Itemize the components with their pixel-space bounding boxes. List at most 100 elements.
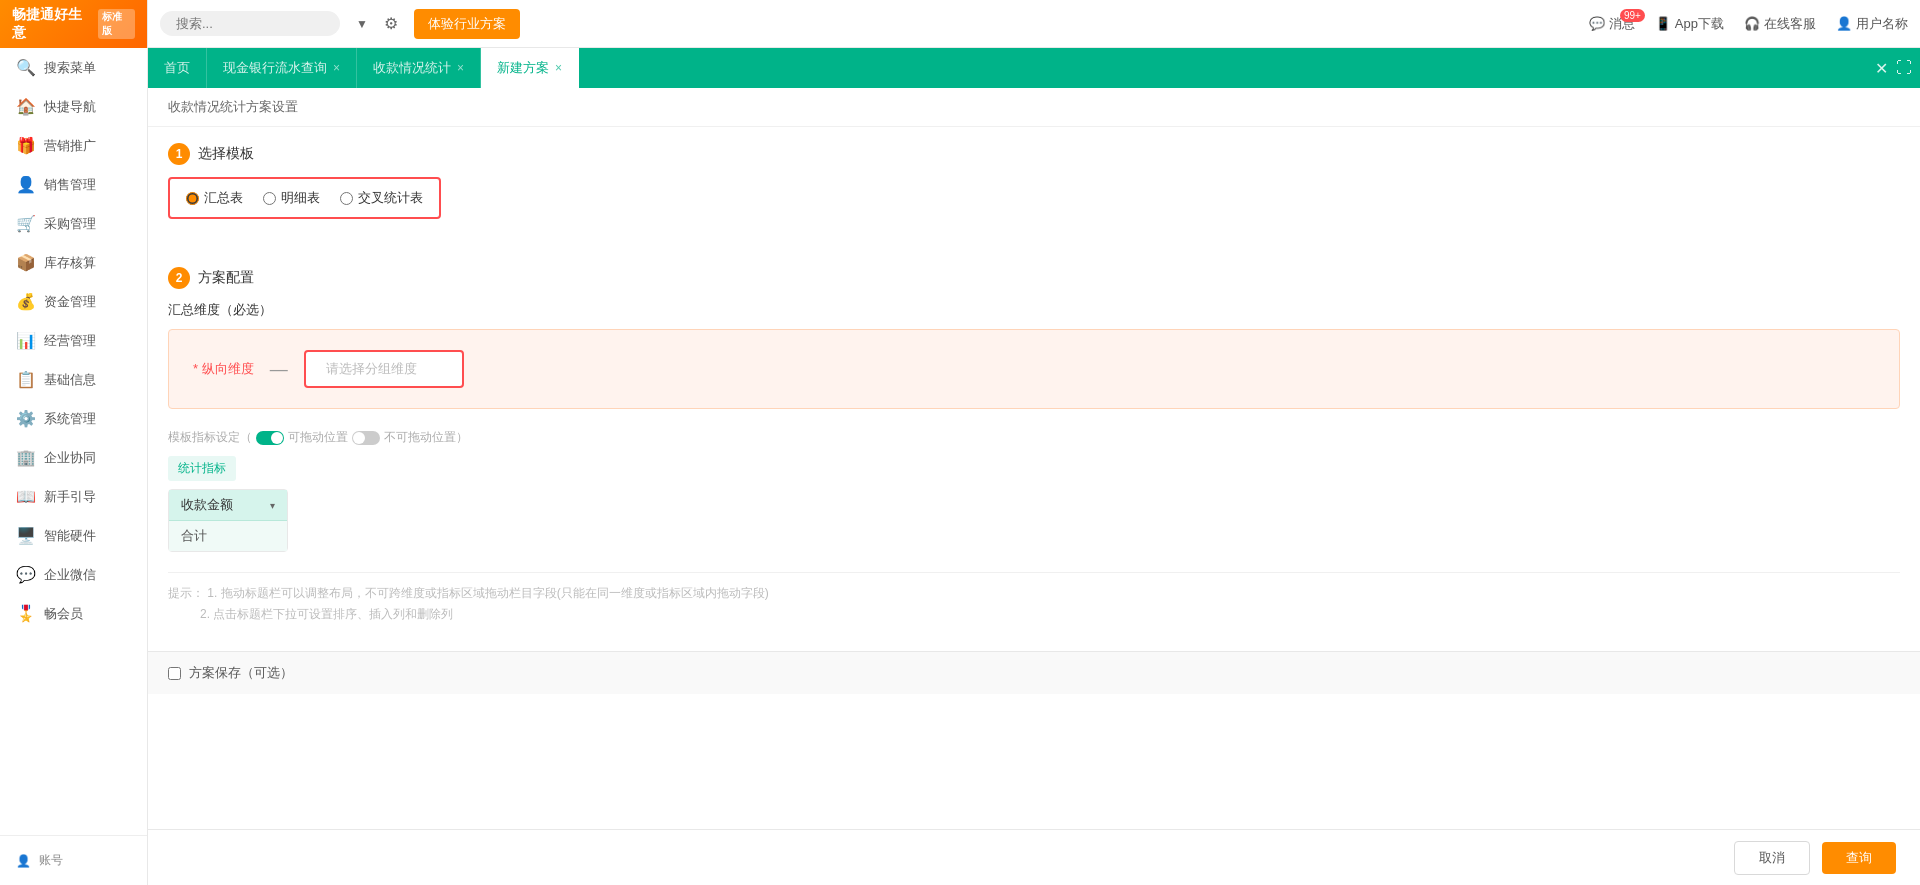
sidebar-icon-member: 🎖️	[16, 604, 36, 623]
search-input[interactable]	[160, 11, 340, 36]
sidebar-item-operation[interactable]: 📊 经营管理	[0, 321, 147, 360]
tab-close-2[interactable]: ×	[457, 61, 464, 75]
sidebar-label-enterprise: 企业协同	[44, 449, 96, 467]
topbar: ▼ ⚙ 体验行业方案 💬 消息 99+ 📱 App下载 🎧 在线客服 👤 用户名…	[148, 0, 1920, 48]
query-button[interactable]: 查询	[1822, 842, 1896, 874]
topbar-dropdown[interactable]: ▼	[356, 17, 368, 31]
tab-label-1: 现金银行流水查询	[223, 59, 327, 77]
sidebar-label-wechat: 企业微信	[44, 566, 96, 584]
sidebar-item-finance[interactable]: 💰 资金管理	[0, 282, 147, 321]
notification-count: 99+	[1620, 9, 1645, 22]
sidebar-icon-basic-info: 📋	[16, 370, 36, 389]
radio-detail-label: 明细表	[281, 189, 320, 207]
tip1: 1. 拖动标题栏可以调整布局，不可跨维度或指标区域拖动栏目字段(只能在同一维度或…	[207, 586, 768, 600]
save-label: 方案保存（可选）	[189, 664, 293, 682]
settings-icon[interactable]: ⚙	[384, 14, 398, 33]
metrics-section-label: 统计指标	[168, 456, 236, 481]
sidebar-icon-search-menu: 🔍	[16, 58, 36, 77]
cancel-button[interactable]: 取消	[1734, 841, 1810, 875]
tip2: 2. 点击标题栏下拉可设置排序、插入列和删除列	[200, 607, 453, 621]
dimension-select[interactable]: 请选择分组维度	[304, 350, 464, 388]
notification-btn[interactable]: 💬 消息 99+	[1589, 15, 1635, 33]
metrics-dropdown-arrow[interactable]: ▾	[270, 500, 275, 511]
message-icon: 💬	[1589, 16, 1605, 31]
step1-num: 1	[168, 143, 190, 165]
sidebar-item-smart-hw[interactable]: 🖥️ 智能硬件	[0, 516, 147, 555]
tab-close-1[interactable]: ×	[333, 61, 340, 75]
sidebar-label-guide: 新手引导	[44, 488, 96, 506]
step2-num: 2	[168, 267, 190, 289]
sidebar-label-search-menu: 搜索菜单	[44, 59, 96, 77]
sidebar-icon-system: ⚙️	[16, 409, 36, 428]
breadcrumb: 收款情况统计方案设置	[148, 88, 1920, 127]
tab-label-3: 新建方案	[497, 59, 549, 77]
sidebar-label-system: 系统管理	[44, 410, 96, 428]
non-draggable-label: 不可拖动位置）	[384, 429, 468, 446]
draggable-toggle-on[interactable]	[256, 431, 284, 445]
step1-title: 选择模板	[198, 145, 254, 163]
sidebar-icon-sales: 👤	[16, 175, 36, 194]
sidebar-icon-finance: 💰	[16, 292, 36, 311]
sidebar-icon-wechat: 💬	[16, 565, 36, 584]
save-section: 方案保存（可选）	[148, 651, 1920, 694]
tab-3[interactable]: 新建方案 ×	[481, 48, 579, 88]
sidebar-item-basic-info[interactable]: 📋 基础信息	[0, 360, 147, 399]
sidebar-item-system[interactable]: ⚙️ 系统管理	[0, 399, 147, 438]
sidebar-label-operation: 经营管理	[44, 332, 96, 350]
draggable-toggle-off[interactable]	[352, 431, 380, 445]
dimension-group-title: 汇总维度（必选）	[168, 301, 1900, 319]
save-checkbox[interactable]	[168, 667, 181, 680]
tab-close-3[interactable]: ×	[555, 61, 562, 75]
support-btn[interactable]: 🎧 在线客服	[1744, 15, 1816, 33]
sidebar-label-marketing: 营销推广	[44, 137, 96, 155]
user-avatar: 👤	[1836, 16, 1852, 31]
sidebar-bottom-item[interactable]: 👤账号	[0, 844, 147, 877]
maximize-icon[interactable]: ⛶	[1896, 59, 1912, 77]
draggable-label: 可拖动位置	[288, 429, 348, 446]
sidebar-icon-purchase: 🛒	[16, 214, 36, 233]
sidebar-item-inventory[interactable]: 📦 库存核算	[0, 243, 147, 282]
radio-summary[interactable]: 汇总表	[186, 189, 243, 207]
dimension-arrow-icon: —	[270, 359, 288, 380]
sidebar-item-marketing[interactable]: 🎁 营销推广	[0, 126, 147, 165]
download-icon: 📱	[1655, 16, 1671, 31]
sidebar-icon-marketing: 🎁	[16, 136, 36, 155]
row-dimension-label: 纵向维度	[193, 360, 254, 378]
user-menu[interactable]: 👤 用户名称	[1836, 15, 1908, 33]
sidebar-icon-guide: 📖	[16, 487, 36, 506]
tab-2[interactable]: 收款情况统计 ×	[357, 48, 481, 88]
sidebar-item-member[interactable]: 🎖️ 畅会员	[0, 594, 147, 633]
sidebar-icon-enterprise: 🏢	[16, 448, 36, 467]
tabbar: 首页 现金银行流水查询 × 收款情况统计 × 新建方案 × ✕ ⛶	[148, 48, 1920, 88]
tab-1[interactable]: 现金银行流水查询 ×	[207, 48, 357, 88]
sidebar-item-purchase[interactable]: 🛒 采购管理	[0, 204, 147, 243]
draggable-hint: 模板指标设定（ 可拖动位置 不可拖动位置）	[168, 429, 1900, 446]
radio-cross[interactable]: 交叉统计表	[340, 189, 423, 207]
support-icon: 🎧	[1744, 16, 1760, 31]
sidebar-item-guide[interactable]: 📖 新手引导	[0, 477, 147, 516]
download-btn[interactable]: 📱 App下载	[1655, 15, 1724, 33]
step1-label: 1 选择模板	[168, 143, 1900, 165]
sidebar-item-sales[interactable]: 👤 销售管理	[0, 165, 147, 204]
sidebar-label-finance: 资金管理	[44, 293, 96, 311]
tab-label-2: 收款情况统计	[373, 59, 451, 77]
sidebar-item-wechat[interactable]: 💬 企业微信	[0, 555, 147, 594]
sidebar-item-enterprise[interactable]: 🏢 企业协同	[0, 438, 147, 477]
sidebar-icon-quick-nav: 🏠	[16, 97, 36, 116]
content-area: 收款情况统计方案设置 1 选择模板 汇总表 明细表	[148, 88, 1920, 829]
tabbar-controls: ✕ ⛶	[1875, 59, 1920, 78]
tab-label-0: 首页	[164, 59, 190, 77]
step2-section: 2 方案配置 汇总维度（必选） 纵向维度 — 请选择分组维度 模板指标设定（	[148, 251, 1920, 651]
metrics-table: 收款金额 ▾ 合计	[168, 489, 288, 552]
sidebar-item-search-menu[interactable]: 🔍 搜索菜单	[0, 48, 147, 87]
sidebar-label-basic-info: 基础信息	[44, 371, 96, 389]
close-tab-icon[interactable]: ✕	[1875, 59, 1888, 78]
industry-btn[interactable]: 体验行业方案	[414, 9, 520, 39]
sidebar-item-quick-nav[interactable]: 🏠 快捷导航	[0, 87, 147, 126]
sidebar-icon-operation: 📊	[16, 331, 36, 350]
step2-title: 方案配置	[198, 269, 254, 287]
radio-detail[interactable]: 明细表	[263, 189, 320, 207]
tab-0[interactable]: 首页	[148, 48, 207, 88]
metrics-table-cell: 合计	[169, 521, 287, 551]
metrics-hint-text: 模板指标设定（	[168, 429, 252, 446]
